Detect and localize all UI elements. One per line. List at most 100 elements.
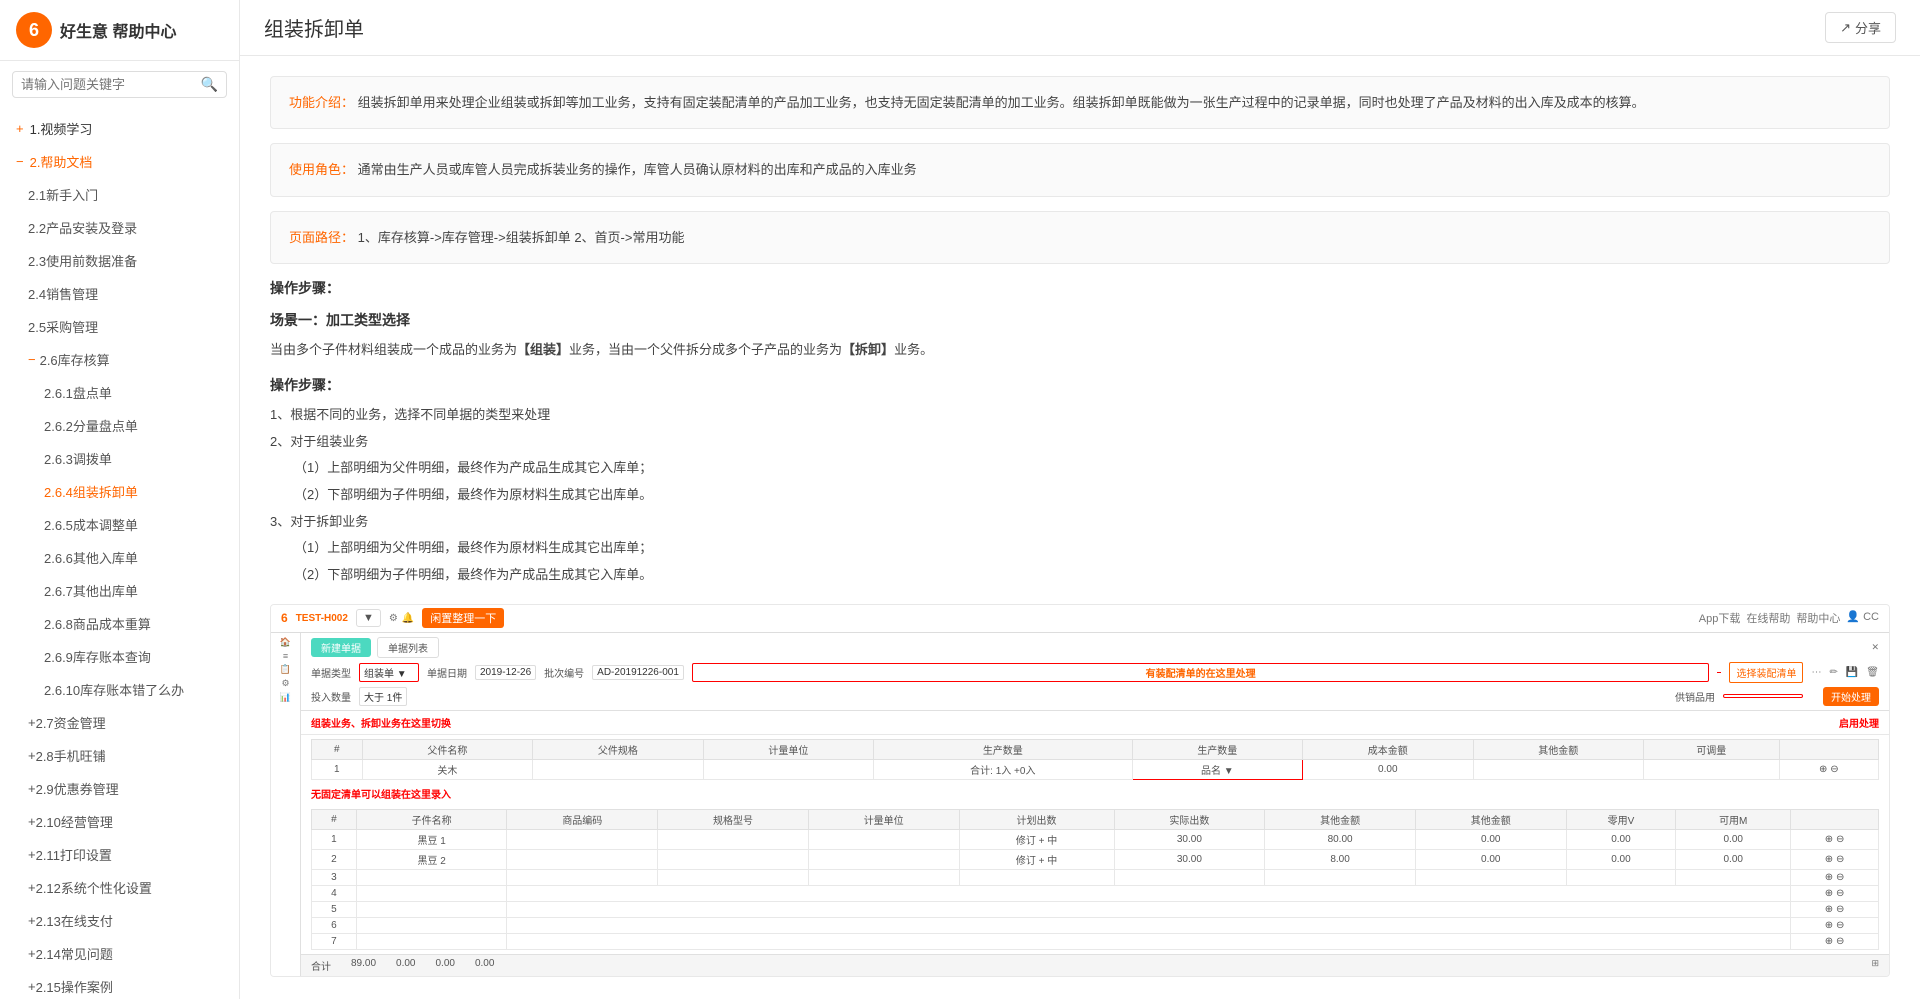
sidebar-item-faq[interactable]: + 2.14常见问题 <box>0 937 239 970</box>
lower-td-7: 7 <box>312 933 357 949</box>
mock-lower-th-cost: 其他金额 <box>1265 809 1416 829</box>
mock-logo: 6 <box>281 611 288 625</box>
sidebar-item-cases[interactable]: + 2.15操作案例 <box>0 970 239 999</box>
mock-date-label: 单据日期 <box>427 665 467 680</box>
mock-lower-th-child-name: 子件名称 <box>356 809 507 829</box>
mock-annotation4: 无固定清单可以组装在这里录入 <box>301 784 1889 805</box>
sidebar-item-mobile[interactable]: + 2.8手机旺铺 <box>0 739 239 772</box>
mock-icon2: 🔔 <box>402 613 414 624</box>
sidebar-item-sales[interactable]: 2.4销售管理 <box>0 277 239 310</box>
topbar: 组装拆卸单 ↗ 分享 <box>240 0 1920 56</box>
sidebar-item-system[interactable]: + 2.12系统个性化设置 <box>0 871 239 904</box>
mock-tab-list: 单据列表 <box>377 637 439 658</box>
expand-icon: + <box>28 814 36 829</box>
lower-td-avail2: 0.00 <box>1676 849 1791 869</box>
sidebar-item-finance[interactable]: + 2.7资金管理 <box>0 706 239 739</box>
lower-td-empty3d <box>808 869 959 885</box>
list-item: 3 <box>312 869 1879 885</box>
list-item: 5 ⊕ ⊖ <box>312 901 1879 917</box>
sidebar-item-online-pay[interactable]: + 2.13在线支付 <box>0 904 239 937</box>
lower-td-empty3f <box>1114 869 1265 885</box>
lower-td-1: 1 <box>312 829 357 849</box>
sidebar-item-docs[interactable]: − 2.帮助文档 <box>0 145 239 178</box>
lower-td-empty4k: ⊕ ⊖ <box>1791 885 1879 901</box>
step2-sub1: （1）上部明细为父件明细，最终作为产成品生成其它入库单； <box>294 456 1890 481</box>
expand-icon: + <box>28 781 36 796</box>
mock-body: 🏠 ≡ 📋 ⚙ 📊 新建单据 单据列表 <box>271 633 1889 976</box>
mock-td-action: ⊕ ⊖ <box>1779 759 1878 779</box>
sidebar-item-ops[interactable]: + 2.10经营管理 <box>0 805 239 838</box>
search-input[interactable] <box>21 77 201 92</box>
expand-icon: + <box>28 946 36 961</box>
sidebar-header: 6 好生意 帮助中心 <box>0 0 239 61</box>
mock-qty-input: 大于 1件 <box>359 687 407 706</box>
mock-table-body: 1 关木 合计: 1入 +0入 品名 ▼ 0.00 <box>312 759 1879 779</box>
list-item: 2 黑豆 2 修订 + 中 30.00 8.00 0.00 <box>312 849 1879 869</box>
mock-home-icon: 🏠 <box>280 637 291 648</box>
mock-left-sidebar: 🏠 ≡ 📋 ⚙ 📊 <box>271 633 301 976</box>
lower-td-empty3e <box>959 869 1114 885</box>
lower-td-empty3j <box>1676 869 1791 885</box>
sidebar-item-purchase[interactable]: 2.5采购管理 <box>0 310 239 343</box>
lower-td-2: 2 <box>312 849 357 869</box>
mock-td-avail <box>1643 759 1779 779</box>
role-label: 使用角色： <box>289 162 354 177</box>
mock-status-row: 投入数量 大于 1件 供销品用 开始处理 <box>311 687 1879 706</box>
lower-td-empty4b <box>507 885 1791 901</box>
mock-main-content: 新建单据 单据列表 ✕ 单据类型 组装单 ▼ 单据日期 2019-12-26 批… <box>301 633 1889 976</box>
expand-icon: + <box>16 121 24 136</box>
lower-td-5: 5 <box>312 901 357 917</box>
mock-td-1: 1 <box>312 759 363 779</box>
sidebar-item-coupon[interactable]: + 2.9优惠券管理 <box>0 772 239 805</box>
lower-td-empty3k: ⊕ ⊖ <box>1791 869 1879 885</box>
mock-lower-th-other: 其他金额 <box>1415 809 1566 829</box>
sidebar-item-newbie[interactable]: 2.1新手入门 <box>0 178 239 211</box>
sidebar: 6 好生意 帮助中心 🔍 + 1.视频学习 − 2.帮助文档 2.1新手入门 2… <box>0 0 240 999</box>
lower-td-empty6k: ⊕ ⊖ <box>1791 917 1879 933</box>
footer-total-4: 0.00 <box>475 958 494 973</box>
mock-th-prod-qty: 生产数量 <box>874 739 1133 759</box>
sidebar-item-goods-cost[interactable]: 2.6.8商品成本重算 <box>0 607 239 640</box>
search-box[interactable]: 🔍 <box>12 71 227 98</box>
mock-annotation1: 有装配清单的在这里处理 <box>692 663 1710 682</box>
mock-icons-right: App下载 在线帮助 帮助中心 👤 CC <box>1699 610 1879 626</box>
search-icon[interactable]: 🔍 <box>201 76 218 93</box>
share-button[interactable]: ↗ 分享 <box>1825 12 1896 43</box>
lower-td-empty5k: ⊕ ⊖ <box>1791 901 1879 917</box>
sidebar-item-other-in[interactable]: 2.6.6其他入库单 <box>0 541 239 574</box>
lower-td-6: 6 <box>312 917 357 933</box>
sidebar-item-print[interactable]: + 2.11打印设置 <box>0 838 239 871</box>
sidebar-item-warehouse[interactable]: − 2.6库存核算 <box>0 343 239 376</box>
sidebar-item-adjust[interactable]: 2.6.3调拨单 <box>0 442 239 475</box>
sidebar-item-stock-check[interactable]: 2.6.9库存账本查询 <box>0 640 239 673</box>
sidebar-item-assemble[interactable]: 2.6.4组装拆卸单 <box>0 475 239 508</box>
sidebar-item-data-prep[interactable]: 2.3使用前数据准备 <box>0 244 239 277</box>
sidebar-item-cost-adjust[interactable]: 2.6.5成本调整单 <box>0 508 239 541</box>
mock-table-head: # 父件名称 父件规格 计量单位 生产数量 生产数量 成本金额 其他金额 可调量 <box>312 739 1879 759</box>
lower-td-empty3 <box>356 869 507 885</box>
sidebar-item-install[interactable]: 2.2产品安装及登录 <box>0 211 239 244</box>
sidebar-item-stock-error[interactable]: 2.6.10库存账本错了么办 <box>0 673 239 706</box>
collapse-icon: − <box>16 154 24 169</box>
ops-title: 操作步骤： <box>270 278 1890 298</box>
mock-lower-table: # 子件名称 商品编码 规格型号 计量单位 计划出数 实际出数 其他金额 其他金 <box>311 809 1879 950</box>
list-item: 7 ⊕ ⊖ <box>312 933 1879 949</box>
lower-td-cost1: 80.00 <box>1265 829 1416 849</box>
sidebar-item-videos[interactable]: + 1.视频学习 <box>0 112 239 145</box>
mock-docno-label: 批次编号 <box>544 665 584 680</box>
lower-td-empty3h <box>1415 869 1566 885</box>
mock-qty-label: 投入数量 <box>311 689 351 704</box>
list-item: 6 ⊕ ⊖ <box>312 917 1879 933</box>
lower-td-other1: 0.00 <box>1415 829 1566 849</box>
sidebar-item-other-out[interactable]: 2.6.7其他出库单 <box>0 574 239 607</box>
role-block: 使用角色： 通常由生产人员或库管人员完成拆装业务的操作，库管人员确认原材料的出库… <box>270 143 1890 196</box>
lower-td-empty7 <box>356 933 507 949</box>
sidebar-item-stocktake[interactable]: 2.6.1盘点单 <box>0 376 239 409</box>
lower-td-empty7b <box>507 933 1791 949</box>
lower-td-empty6b <box>507 917 1791 933</box>
sidebar-item-partial-stock[interactable]: 2.6.2分量盘点单 <box>0 409 239 442</box>
mock-td-other <box>1473 759 1643 779</box>
lower-td-empty4 <box>356 885 507 901</box>
mock-more-icons: ⋯ <box>1811 667 1821 678</box>
mock-th-prod-qty2: 生产数量 <box>1132 739 1302 759</box>
